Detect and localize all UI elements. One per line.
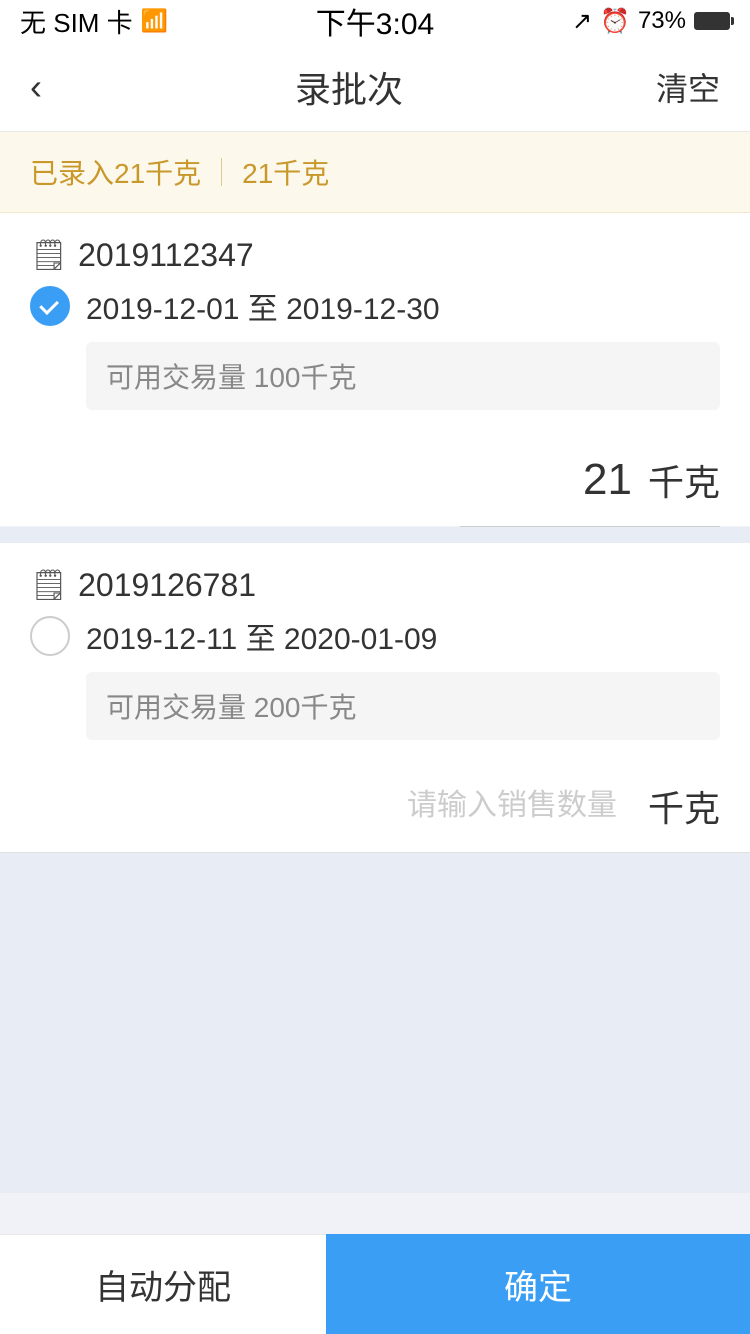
batch-date-2: 2019-12-11 至 2020-01-09 — [86, 614, 437, 658]
quantity-input-2[interactable] — [30, 789, 632, 823]
batch-id-icon-1: 🗒 — [30, 238, 68, 273]
status-time: 下午3:04 — [316, 0, 434, 43]
confirm-button[interactable]: 确定 — [326, 1234, 750, 1334]
batch-id-icon-2: 🗒 — [30, 568, 68, 603]
wifi-icon: 📶 — [141, 8, 168, 34]
status-bar: 无 SIM 卡 📶 下午3:04 ↗ ⏰ 73% — [0, 0, 750, 42]
quantity-value-1: 21 — [583, 455, 632, 505]
summary-amount: 21千克 — [242, 152, 329, 192]
batch-item-1: 🗒 2019112347 2019-12-01 至 2019-12-30 可用交… — [0, 213, 750, 434]
summary-divider — [221, 158, 222, 186]
section-separator — [0, 527, 750, 543]
battery-percent: 73% — [638, 7, 686, 35]
quantity-unit-label-2: 千克 — [648, 780, 720, 832]
nav-bar: ‹ 录批次 清空 — [0, 42, 750, 132]
quantity-input-row-2: 千克 — [0, 764, 750, 853]
back-button[interactable]: ‹ — [30, 66, 42, 108]
clear-button[interactable]: 清空 — [656, 64, 720, 110]
batch-id-2: 2019126781 — [78, 567, 256, 604]
location-icon: ↗ — [572, 7, 592, 36]
radio-checked-1[interactable] — [30, 286, 70, 326]
alarm-icon: ⏰ — [600, 7, 630, 36]
sim-label: 无 SIM 卡 — [20, 3, 133, 40]
battery-icon — [694, 12, 730, 30]
batch-date-row-1[interactable]: 2019-12-01 至 2019-12-30 — [30, 284, 720, 328]
batch-date-1: 2019-12-01 至 2019-12-30 — [86, 284, 440, 328]
page-title: 录批次 — [295, 61, 403, 113]
batch-header-2: 🗒 2019126781 — [30, 567, 720, 604]
quantity-unit-1: 千克 — [648, 454, 720, 506]
status-right: ↗ ⏰ 73% — [572, 7, 730, 36]
batch-date-row-2[interactable]: 2019-12-11 至 2020-01-09 — [30, 614, 720, 658]
recorded-label: 已录入21千克 — [30, 152, 201, 192]
bottom-spacer — [0, 853, 750, 1193]
auto-distribute-button[interactable]: 自动分配 — [0, 1234, 326, 1334]
batch-header-1: 🗒 2019112347 — [30, 237, 720, 274]
radio-unchecked-2[interactable] — [30, 616, 70, 656]
batch-id-1: 2019112347 — [78, 237, 254, 274]
quantity-row-1: 21 千克 — [0, 434, 750, 526]
summary-banner: 已录入21千克 21千克 — [0, 132, 750, 213]
batch-available-2: 可用交易量 200千克 — [86, 672, 720, 740]
status-left: 无 SIM 卡 📶 — [20, 3, 168, 40]
bottom-bar: 自动分配 确定 — [0, 1234, 750, 1334]
batch-item-2: 🗒 2019126781 2019-12-11 至 2020-01-09 可用交… — [0, 543, 750, 764]
batch-available-1: 可用交易量 100千克 — [86, 342, 720, 410]
